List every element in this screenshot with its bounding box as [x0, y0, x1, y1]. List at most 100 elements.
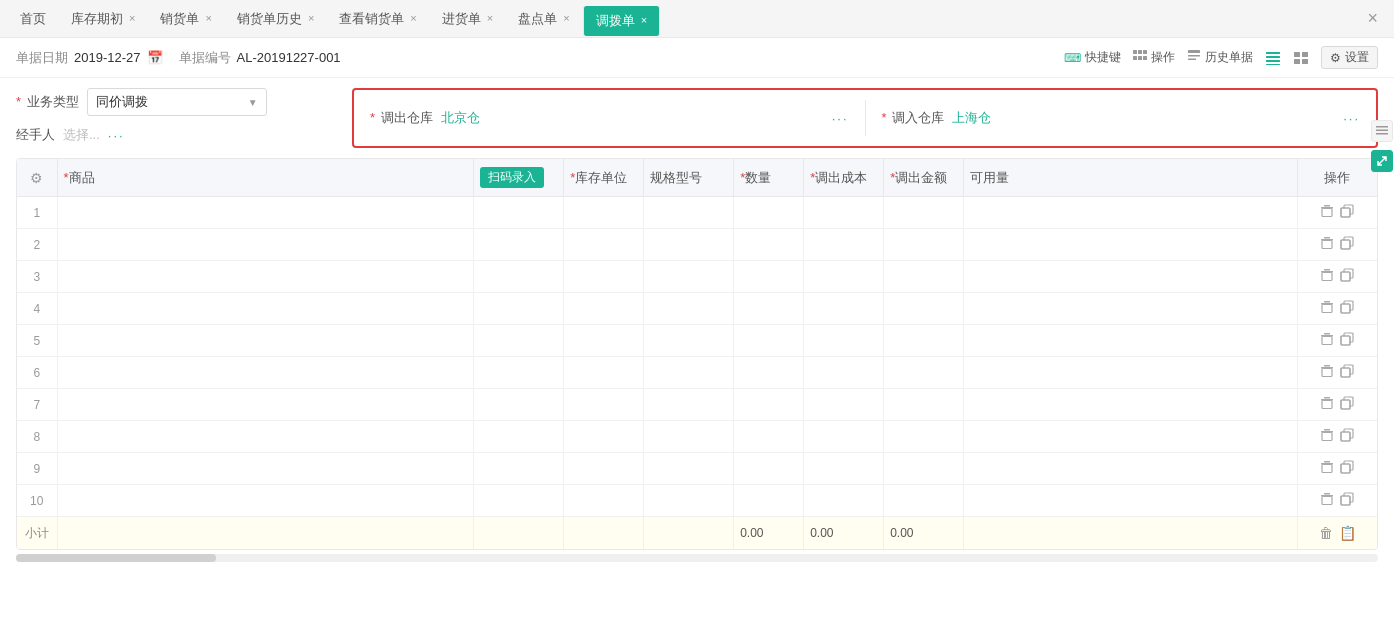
tab-home[interactable]: 首页	[8, 0, 59, 38]
cost-cell	[804, 197, 884, 229]
svg-rect-45	[1341, 336, 1350, 345]
layout-icon-split[interactable]	[1293, 50, 1309, 66]
warehouse-in-more-button[interactable]: ···	[1343, 111, 1360, 126]
svg-rect-24	[1324, 237, 1330, 239]
tab-inventory-check[interactable]: 盘点单 ×	[506, 0, 582, 38]
unit-cell	[564, 197, 644, 229]
product-cell[interactable]	[57, 485, 474, 517]
row-delete-icon[interactable]	[1320, 300, 1334, 317]
amount-cell	[884, 197, 964, 229]
history-icon	[1187, 49, 1201, 66]
row-num: 3	[17, 261, 57, 293]
person-more-button[interactable]: ···	[108, 128, 125, 143]
row-copy-icon[interactable]	[1340, 268, 1354, 285]
row-copy-icon[interactable]	[1340, 204, 1354, 221]
row-delete-icon[interactable]	[1320, 396, 1334, 413]
calendar-icon[interactable]: 📅	[147, 50, 163, 65]
copy-icon[interactable]: 📋	[1339, 525, 1356, 541]
panel-expand-button[interactable]	[1371, 150, 1393, 172]
product-cell[interactable]	[57, 357, 474, 389]
tab-close-inventory-check[interactable]: ×	[563, 13, 569, 24]
warehouse-out-more-button[interactable]: ···	[832, 111, 849, 126]
row-delete-icon[interactable]	[1320, 204, 1334, 221]
product-cell[interactable]	[57, 421, 474, 453]
tab-close-view-sales[interactable]: ×	[410, 13, 416, 24]
qty-cell[interactable]	[734, 453, 804, 485]
delete-icon[interactable]: 🗑	[1319, 525, 1333, 541]
unit-cell	[564, 293, 644, 325]
row-copy-icon[interactable]	[1340, 460, 1354, 477]
barcode-cell	[474, 389, 564, 421]
shortcut-button[interactable]: ⌨ 快捷键	[1064, 49, 1121, 66]
barcode-scan-button[interactable]: 扫码录入	[480, 167, 544, 188]
qty-cell[interactable]	[734, 261, 804, 293]
row-delete-icon[interactable]	[1320, 268, 1334, 285]
product-cell[interactable]	[57, 325, 474, 357]
row-copy-icon[interactable]	[1340, 396, 1354, 413]
svg-rect-16	[1302, 59, 1308, 64]
code-field: 单据编号 AL-20191227-001	[179, 49, 341, 67]
col-settings[interactable]: ⚙	[17, 159, 57, 197]
product-cell[interactable]	[57, 229, 474, 261]
available-cell	[964, 389, 1297, 421]
available-cell	[964, 453, 1297, 485]
product-cell[interactable]	[57, 197, 474, 229]
tab-close-inventory-init[interactable]: ×	[129, 13, 135, 24]
row-copy-icon[interactable]	[1340, 492, 1354, 509]
tab-purchase[interactable]: 进货单 ×	[430, 0, 506, 38]
amount-cell	[884, 453, 964, 485]
ops-button[interactable]: 操作	[1133, 49, 1175, 66]
row-num: 7	[17, 389, 57, 421]
spec-cell	[644, 357, 734, 389]
tab-close-sales-history[interactable]: ×	[308, 13, 314, 24]
product-cell[interactable]	[57, 293, 474, 325]
biz-type-select[interactable]: 同价调拨 ▼	[87, 88, 267, 116]
svg-rect-31	[1322, 273, 1332, 281]
row-copy-icon[interactable]	[1340, 428, 1354, 445]
qty-cell[interactable]	[734, 229, 804, 261]
tab-inventory-init[interactable]: 库存期初 ×	[59, 0, 148, 38]
scroll-thumb[interactable]	[16, 554, 216, 562]
qty-cell[interactable]	[734, 293, 804, 325]
row-delete-icon[interactable]	[1320, 364, 1334, 381]
panel-list-button[interactable]	[1371, 120, 1393, 142]
layout-icon-list[interactable]	[1265, 50, 1281, 66]
table-scroll-area[interactable]: ⚙ *商品 扫码录入 *库存单位 规格型号 *数量 *调出成本 *调出金额 可用…	[17, 159, 1377, 549]
table-row: 3	[17, 261, 1377, 293]
tab-transfer[interactable]: 调拨单 ×	[583, 6, 660, 36]
row-delete-icon[interactable]	[1320, 332, 1334, 349]
cost-cell	[804, 293, 884, 325]
row-delete-icon[interactable]	[1320, 492, 1334, 509]
row-delete-icon[interactable]	[1320, 236, 1334, 253]
product-cell[interactable]	[57, 389, 474, 421]
qty-cell[interactable]	[734, 389, 804, 421]
history-button[interactable]: 历史单据	[1187, 49, 1253, 66]
amount-cell	[884, 421, 964, 453]
qty-cell[interactable]	[734, 421, 804, 453]
tab-sales-order[interactable]: 销货单 ×	[148, 0, 224, 38]
qty-cell[interactable]	[734, 325, 804, 357]
svg-rect-7	[1188, 55, 1200, 57]
qty-cell[interactable]	[734, 197, 804, 229]
barcode-cell	[474, 357, 564, 389]
qty-cell[interactable]	[734, 357, 804, 389]
product-cell[interactable]	[57, 453, 474, 485]
svg-rect-9	[1266, 52, 1280, 54]
row-copy-icon[interactable]	[1340, 364, 1354, 381]
qty-cell[interactable]	[734, 485, 804, 517]
row-delete-icon[interactable]	[1320, 460, 1334, 477]
tab-close-purchase[interactable]: ×	[487, 13, 493, 24]
amount-cell	[884, 485, 964, 517]
tab-sales-history[interactable]: 销货单历史 ×	[225, 0, 327, 38]
product-cell[interactable]	[57, 261, 474, 293]
table-settings-icon[interactable]: ⚙	[28, 169, 46, 187]
row-copy-icon[interactable]	[1340, 236, 1354, 253]
tab-close-sales-order[interactable]: ×	[205, 13, 211, 24]
person-select[interactable]: 选择...	[63, 126, 100, 144]
tab-view-sales[interactable]: 查看销货单 ×	[327, 0, 429, 38]
horizontal-scrollbar[interactable]	[16, 554, 1378, 562]
row-delete-icon[interactable]	[1320, 428, 1334, 445]
row-copy-icon[interactable]	[1340, 332, 1354, 349]
tab-close-transfer[interactable]: ×	[641, 15, 647, 26]
row-copy-icon[interactable]	[1340, 300, 1354, 317]
